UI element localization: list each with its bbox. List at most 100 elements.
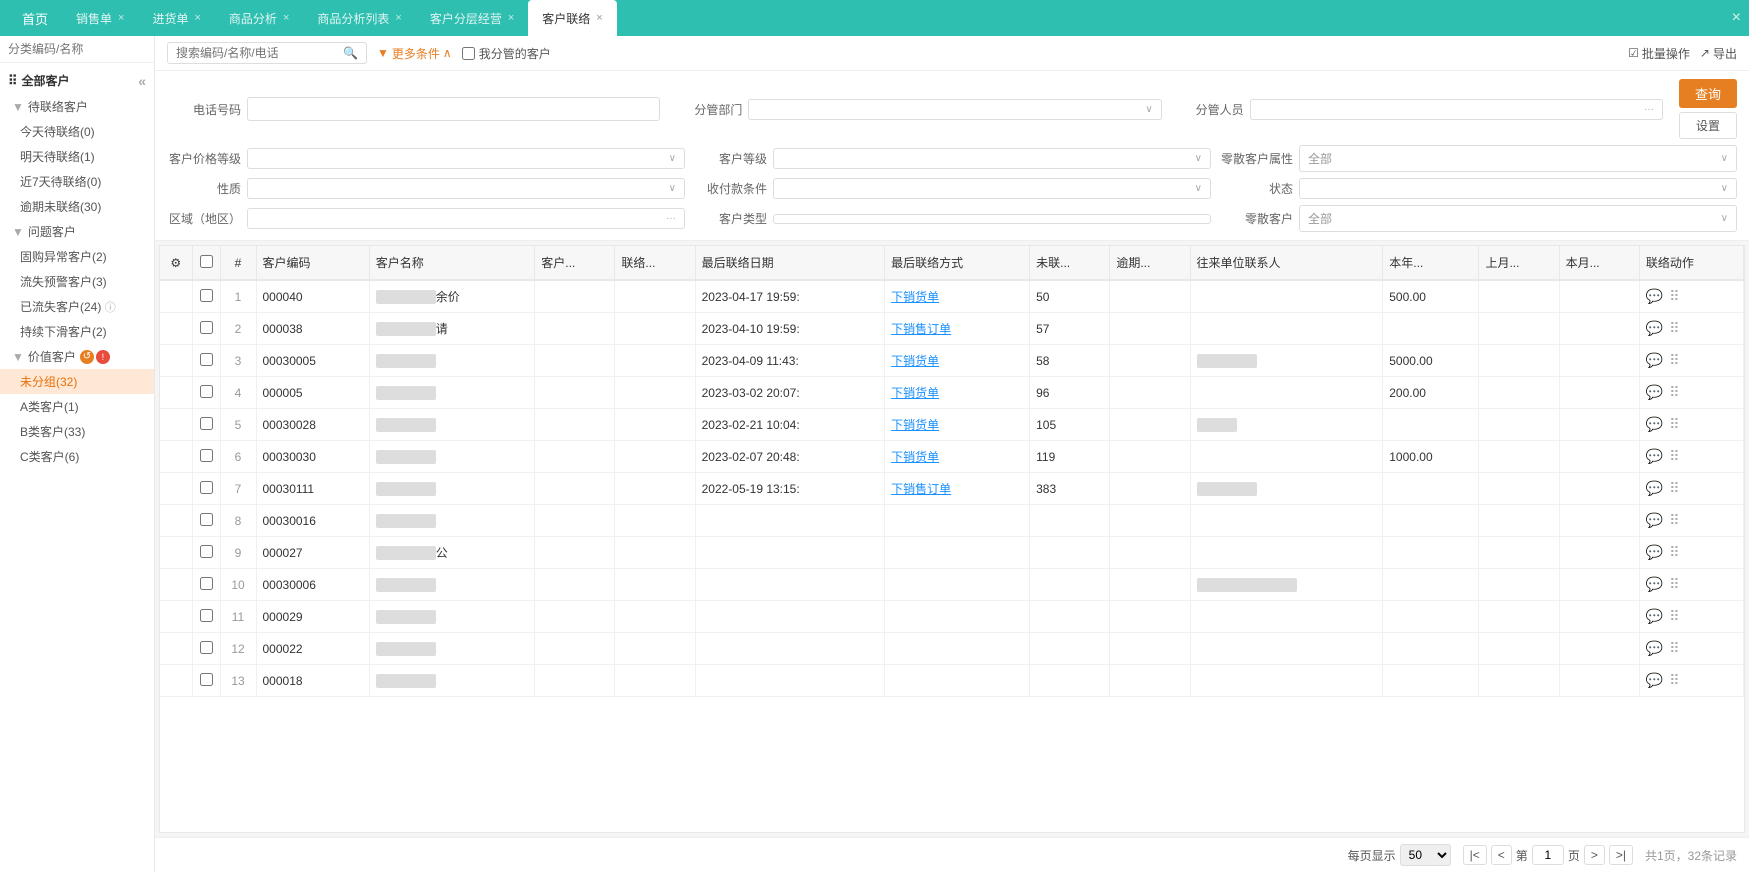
- col-customer-type[interactable]: 客户...: [535, 246, 615, 280]
- message-icon[interactable]: 💬: [1646, 416, 1663, 433]
- message-icon[interactable]: 💬: [1646, 480, 1663, 497]
- grid-icon[interactable]: ⠿: [1669, 576, 1679, 593]
- tab-product-analysis[interactable]: 商品分析 ×: [215, 0, 303, 36]
- col-customer-code[interactable]: 客户编码: [256, 246, 369, 280]
- tab-close-all[interactable]: ×: [1732, 9, 1741, 27]
- per-page-select[interactable]: 50 100: [1400, 844, 1451, 866]
- grid-icon[interactable]: ⠿: [1669, 480, 1679, 497]
- row-checkbox[interactable]: [200, 353, 213, 366]
- main-search-input[interactable]: [176, 46, 339, 60]
- contact-method-link[interactable]: 下销货单: [891, 290, 939, 304]
- tab-close-tier[interactable]: ×: [508, 12, 514, 24]
- grid-icon[interactable]: ⠿: [1669, 672, 1679, 689]
- tree-churn-risk[interactable]: 流失预警客户(3): [0, 269, 154, 294]
- next-page-btn[interactable]: >: [1584, 845, 1605, 865]
- col-days-no-contact[interactable]: 未联...: [1030, 246, 1110, 280]
- row-check-cell[interactable]: [192, 345, 220, 377]
- page-number-input[interactable]: [1532, 845, 1564, 865]
- reset-button[interactable]: 设置: [1679, 112, 1737, 139]
- bulk-operation-btn[interactable]: ☑ 批量操作: [1628, 45, 1690, 62]
- grid-icon[interactable]: ⠿: [1669, 640, 1679, 657]
- sidebar-search-input[interactable]: [8, 42, 155, 56]
- row-check-cell[interactable]: [192, 473, 220, 505]
- col-this-month[interactable]: 本月...: [1559, 246, 1639, 280]
- tree-overdue-pending[interactable]: 逾期未联络(30): [0, 194, 154, 219]
- tree-tomorrow-pending[interactable]: 明天待联络(1): [0, 144, 154, 169]
- contact-method-link[interactable]: 下销货单: [891, 386, 939, 400]
- last-contact-method[interactable]: [885, 537, 1030, 569]
- contact-method-link[interactable]: 下销货单: [891, 450, 939, 464]
- grid-icon[interactable]: ⠿: [1669, 608, 1679, 625]
- contact-method-link[interactable]: 下销售订单: [891, 482, 951, 496]
- row-check-cell[interactable]: [192, 280, 220, 313]
- contact-method-link[interactable]: 下销货单: [891, 418, 939, 432]
- row-checkbox[interactable]: [200, 417, 213, 430]
- grid-icon[interactable]: ⠿: [1669, 416, 1679, 433]
- last-contact-method[interactable]: 下销售订单: [885, 473, 1030, 505]
- grid-icon[interactable]: ⠿: [1669, 320, 1679, 337]
- last-contact-method[interactable]: 下销售订单: [885, 313, 1030, 345]
- tab-customer-contact[interactable]: 客户联络 ×: [528, 0, 616, 36]
- row-check-cell[interactable]: [192, 409, 220, 441]
- my-customers-check[interactable]: [462, 47, 475, 60]
- last-contact-method[interactable]: [885, 665, 1030, 697]
- col-gear[interactable]: ⚙: [160, 246, 192, 280]
- col-check[interactable]: [192, 246, 220, 280]
- last-contact-method[interactable]: 下销货单: [885, 377, 1030, 409]
- select-all-checkbox[interactable]: [200, 255, 213, 268]
- contact-method-link[interactable]: 下销售订单: [891, 322, 951, 336]
- customer-type-select[interactable]: [773, 214, 1211, 224]
- tree-already-lost[interactable]: 已流失客户(24) ⓘ: [0, 294, 154, 319]
- message-icon[interactable]: 💬: [1646, 544, 1663, 561]
- tree-ungraded[interactable]: 未分组(32): [0, 369, 154, 394]
- tab-purchase-order[interactable]: 进货单 ×: [138, 0, 214, 36]
- dept-select[interactable]: ∨: [748, 99, 1161, 120]
- nature-select[interactable]: ∨: [247, 178, 685, 199]
- prev-page-btn[interactable]: <: [1491, 845, 1512, 865]
- row-checkbox[interactable]: [200, 449, 213, 462]
- message-icon[interactable]: 💬: [1646, 320, 1663, 337]
- row-checkbox[interactable]: [200, 641, 213, 654]
- my-customers-checkbox[interactable]: 我分管的客户: [462, 45, 551, 62]
- col-this-year[interactable]: 本年...: [1383, 246, 1479, 280]
- message-icon[interactable]: 💬: [1646, 288, 1663, 305]
- col-last-contact-date[interactable]: 最后联络日期: [695, 246, 885, 280]
- last-contact-method[interactable]: [885, 633, 1030, 665]
- tree-grade-b[interactable]: B类客户(33): [0, 419, 154, 444]
- row-check-cell[interactable]: [192, 441, 220, 473]
- row-checkbox[interactable]: [200, 289, 213, 302]
- sidebar-collapse-btn[interactable]: «: [138, 73, 146, 89]
- grid-icon[interactable]: ⠿: [1669, 448, 1679, 465]
- tree-value-customers[interactable]: ▼ 价值客户 ↺ !: [0, 344, 154, 369]
- last-contact-method[interactable]: [885, 601, 1030, 633]
- first-page-btn[interactable]: |<: [1463, 845, 1487, 865]
- col-company-contact[interactable]: 往来单位联系人: [1190, 246, 1383, 280]
- status-select[interactable]: ∨: [1299, 178, 1737, 199]
- retail-attr-select[interactable]: 全部 ∨: [1299, 145, 1737, 172]
- row-check-cell[interactable]: [192, 505, 220, 537]
- tab-home[interactable]: 首页: [8, 9, 62, 28]
- retail-customer-select[interactable]: 全部 ∨: [1299, 205, 1737, 232]
- last-contact-method[interactable]: 下销货单: [885, 409, 1030, 441]
- grid-icon[interactable]: ⠿: [1669, 288, 1679, 305]
- tree-today-pending[interactable]: 今天待联络(0): [0, 119, 154, 144]
- contact-method-link[interactable]: 下销货单: [891, 354, 939, 368]
- col-last-month[interactable]: 上月...: [1479, 246, 1559, 280]
- row-check-cell[interactable]: [192, 633, 220, 665]
- grid-icon[interactable]: ⠿: [1669, 384, 1679, 401]
- tab-close-analysis[interactable]: ×: [283, 12, 289, 24]
- last-contact-method[interactable]: [885, 569, 1030, 601]
- row-checkbox[interactable]: [200, 673, 213, 686]
- phone-input[interactable]: [247, 97, 660, 121]
- region-select[interactable]: ···: [247, 208, 685, 229]
- tab-close-purchase[interactable]: ×: [194, 12, 200, 24]
- row-check-cell[interactable]: [192, 601, 220, 633]
- more-conditions-btn[interactable]: ▼ 更多条件 ∧: [377, 45, 452, 62]
- main-search-icon[interactable]: 🔍: [343, 46, 358, 60]
- last-contact-method[interactable]: 下销货单: [885, 280, 1030, 313]
- message-icon[interactable]: 💬: [1646, 384, 1663, 401]
- grid-icon[interactable]: ⠿: [1669, 544, 1679, 561]
- tree-abnormal-purchase[interactable]: 固购异常客户(2): [0, 244, 154, 269]
- row-check-cell[interactable]: [192, 569, 220, 601]
- tab-close-contact[interactable]: ×: [596, 12, 602, 24]
